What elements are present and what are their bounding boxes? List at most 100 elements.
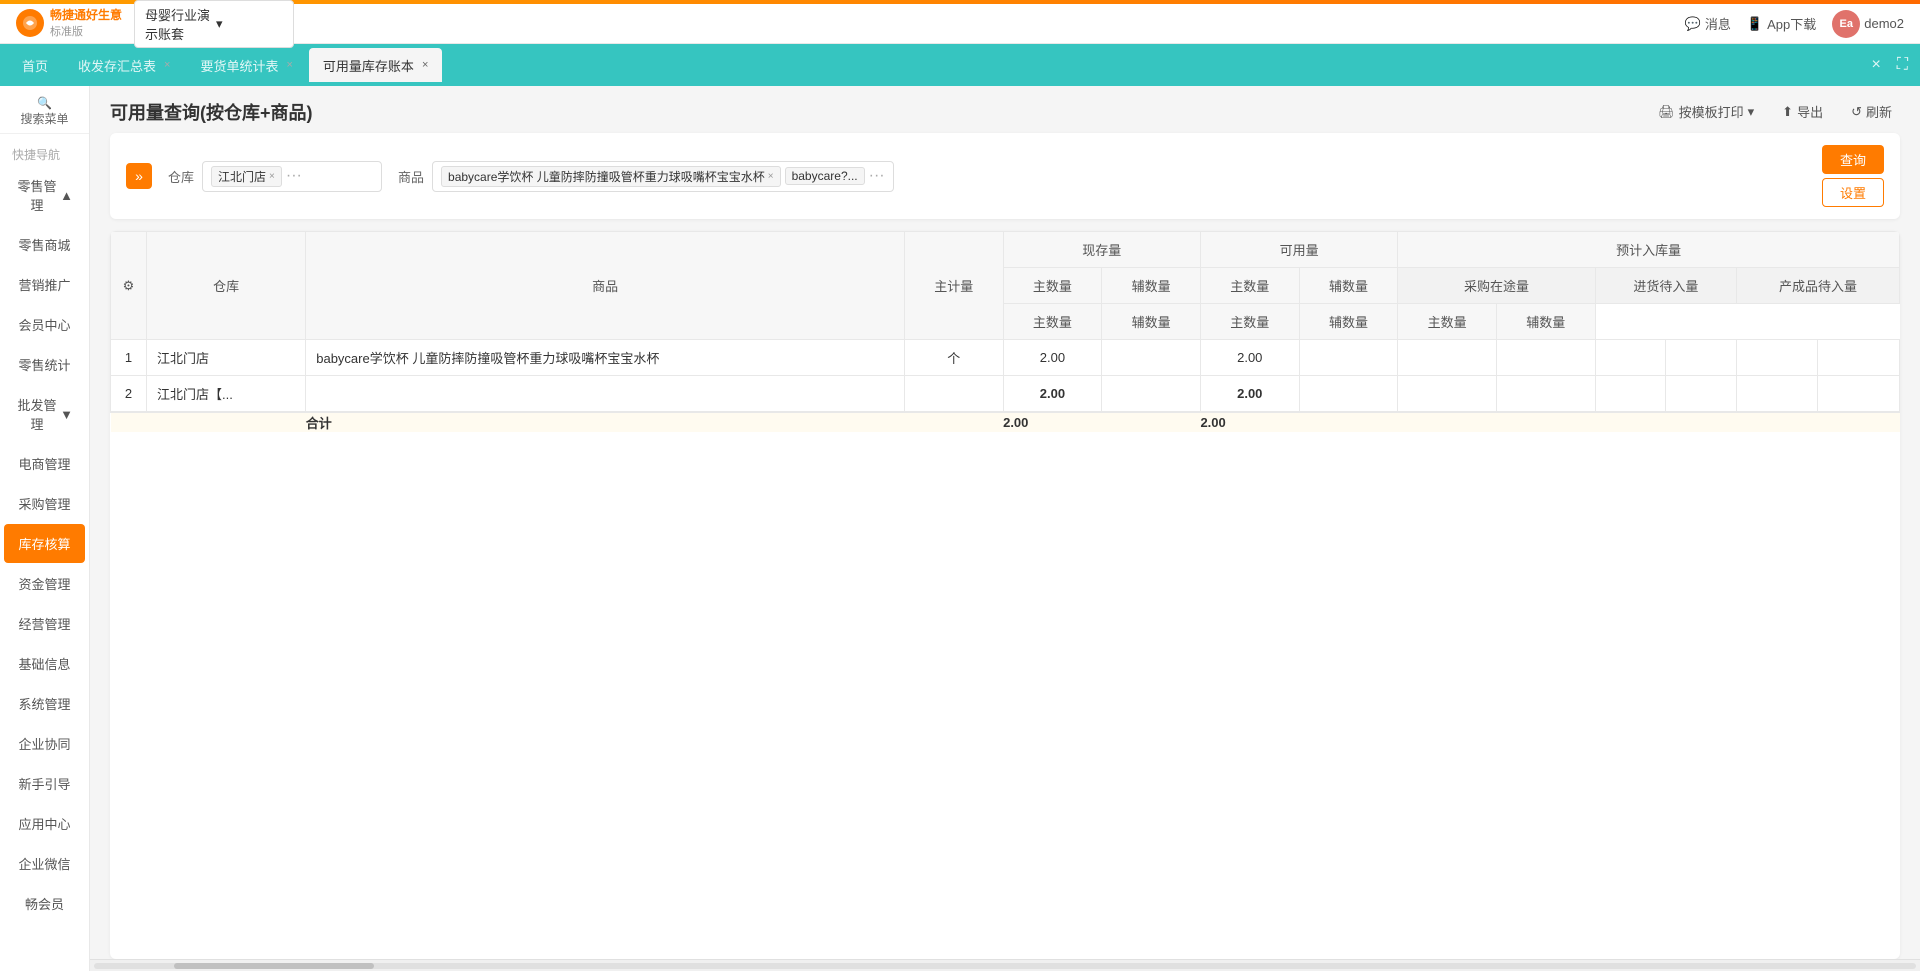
tab-summary[interactable]: 收发存汇总表 × bbox=[64, 48, 184, 82]
page-header-actions: 🖨 按模板打印 ▾ ⬆ 导出 ↺ 刷新 bbox=[1650, 98, 1900, 125]
sidebar-item-retail-stats[interactable]: 零售统计 bbox=[4, 345, 85, 384]
user-area[interactable]: Ea demo2 bbox=[1832, 10, 1904, 38]
th-goods-pending: 进货待入量 bbox=[1595, 268, 1736, 304]
tab-order-stats[interactable]: 要货单统计表 × bbox=[186, 48, 306, 82]
sidebar-item-wholesale-mgmt[interactable]: 批发管理 ▼ bbox=[4, 385, 85, 443]
product-tag-2-text: babycare?... bbox=[792, 169, 858, 183]
summary-prod-aux bbox=[1818, 412, 1900, 432]
sidebar-item-app-center[interactable]: 应用中心 bbox=[4, 804, 85, 843]
row2-product bbox=[306, 376, 905, 413]
row2-pur-main bbox=[1398, 376, 1497, 413]
tab-order-stats-close[interactable]: × bbox=[286, 59, 292, 71]
row1-prod-aux bbox=[1818, 340, 1900, 376]
row2-avail-aux bbox=[1299, 376, 1398, 413]
sidebar-item-enterprise-wechat[interactable]: 企业微信 bbox=[4, 844, 85, 883]
sidebar-item-system-label: 系统管理 bbox=[18, 694, 70, 713]
query-button[interactable]: 查询 bbox=[1822, 145, 1884, 174]
close-all-tabs-icon[interactable]: × bbox=[1867, 52, 1884, 78]
sidebar-item-chang-member[interactable]: 畅会员 bbox=[4, 884, 85, 923]
summary-exist-aux bbox=[1102, 412, 1201, 432]
tab-available-stock[interactable]: 可用量库存账本 × bbox=[309, 48, 442, 82]
template-print-label: 按模板打印 bbox=[1679, 102, 1744, 121]
sidebar-item-retail-mall[interactable]: 零售商城 bbox=[4, 225, 85, 264]
sidebar-item-wholesale-mgmt-label: 批发管理 bbox=[16, 395, 58, 433]
export-icon: ⬆ bbox=[1782, 104, 1793, 120]
row1-inbound-main bbox=[1595, 340, 1666, 376]
th-inbound-main: 主数量 bbox=[1200, 304, 1299, 340]
warehouse-tag-1-text: 江北门店 bbox=[218, 168, 266, 185]
app-download-action[interactable]: 📱 App下载 bbox=[1747, 14, 1816, 33]
row2-warehouse: 江北门店【... bbox=[147, 376, 306, 413]
sidebar-item-enterprise-collab[interactable]: 企业协同 bbox=[4, 724, 85, 763]
warehouse-more-dots[interactable]: ··· bbox=[286, 167, 302, 185]
org-dropdown[interactable]: 母婴行业演示账套 ▾ bbox=[134, 0, 294, 48]
logo-text-block: 畅捷通好生意 标准版 bbox=[50, 8, 122, 38]
th-purchase-intransit: 采购在途量 bbox=[1398, 268, 1595, 304]
row1-avail-main: 2.00 bbox=[1200, 340, 1299, 376]
tab-home[interactable]: 首页 bbox=[8, 48, 62, 82]
warehouse-label: 仓库 bbox=[168, 167, 194, 186]
sidebar-item-enterprise-collab-label: 企业协同 bbox=[18, 734, 70, 753]
tab-order-stats-label: 要货单统计表 bbox=[200, 56, 278, 75]
product-input[interactable]: babycare学饮杯 儿童防摔防撞吸管杯重力球吸嘴杯宝宝水杯 × babyca… bbox=[432, 161, 894, 192]
sidebar-item-member-center[interactable]: 会员中心 bbox=[4, 305, 85, 344]
row1-pur-main bbox=[1398, 340, 1497, 376]
scrollbar-thumb[interactable] bbox=[174, 963, 374, 969]
th-exist-main: 主数量 bbox=[1003, 268, 1102, 304]
export-btn[interactable]: ⬆ 导出 bbox=[1774, 98, 1831, 125]
row1-prod-main bbox=[1737, 340, 1818, 376]
sidebar-item-basic-info[interactable]: 基础信息 bbox=[4, 644, 85, 683]
sidebar-item-retail-stats-label: 零售统计 bbox=[18, 355, 70, 374]
table-container: ⚙ 仓库 商品 主计量 现存量 可用量 预计入库量 主数量 辅数量 主数量 辅数… bbox=[110, 231, 1900, 959]
tab-available-stock-close[interactable]: × bbox=[422, 59, 428, 71]
th-product: 商品 bbox=[306, 232, 905, 340]
expand-icon[interactable]: ⛶ bbox=[1893, 52, 1912, 78]
scrollbar-track bbox=[94, 963, 1916, 969]
template-print-btn[interactable]: 🖨 按模板打印 ▾ bbox=[1650, 98, 1762, 125]
product-tag-1: babycare学饮杯 儿童防摔防撞吸管杯重力球吸嘴杯宝宝水杯 × bbox=[441, 166, 781, 187]
sidebar-item-tutorial[interactable]: 新手引导 bbox=[4, 764, 85, 803]
sidebar-item-retail-mgmt[interactable]: 零售管理 ▲ bbox=[4, 166, 85, 224]
summary-avail-aux bbox=[1299, 412, 1398, 432]
sidebar-item-operations[interactable]: 经营管理 bbox=[4, 604, 85, 643]
warehouse-tag-1-remove[interactable]: × bbox=[269, 171, 275, 182]
app-download-label: App下载 bbox=[1767, 14, 1816, 33]
summary-prod-main bbox=[1737, 412, 1818, 432]
message-action[interactable]: 💬 消息 bbox=[1685, 14, 1731, 33]
warehouse-input[interactable]: 江北门店 × ··· bbox=[202, 161, 382, 192]
row1-exist-aux bbox=[1102, 340, 1201, 376]
summary-empty-2 bbox=[147, 412, 306, 432]
sidebar-item-ecommerce[interactable]: 电商管理 bbox=[4, 444, 85, 483]
row2-exist-aux bbox=[1102, 376, 1201, 413]
table-row: 1 江北门店 babycare学饮杯 儿童防摔防撞吸管杯重力球吸嘴杯宝宝水杯 个… bbox=[111, 340, 1900, 376]
horizontal-scrollbar[interactable] bbox=[90, 959, 1920, 971]
logo-text: 畅捷通好生意 bbox=[50, 8, 122, 22]
sidebar-item-purchase[interactable]: 采购管理 bbox=[4, 484, 85, 523]
sidebar-item-retail-arrow: ▲ bbox=[60, 188, 73, 203]
sidebar-search-label: 搜索菜单 bbox=[8, 110, 81, 127]
sidebar-item-inventory[interactable]: 库存核算 bbox=[4, 524, 85, 563]
th-planned-inbound: 预计入库量 bbox=[1398, 232, 1900, 268]
tab-summary-close[interactable]: × bbox=[164, 59, 170, 71]
th-inbound-aux: 辅数量 bbox=[1299, 304, 1398, 340]
row2-index: 2 bbox=[111, 376, 147, 413]
sidebar-item-marketing[interactable]: 营销推广 bbox=[4, 265, 85, 304]
tab-summary-label: 收发存汇总表 bbox=[78, 56, 156, 75]
sidebar-search[interactable]: 🔍 搜索菜单 bbox=[0, 86, 89, 134]
sidebar-item-finance[interactable]: 资金管理 bbox=[4, 564, 85, 603]
sidebar-item-finance-label: 资金管理 bbox=[18, 574, 70, 593]
th-avail-main: 主数量 bbox=[1200, 268, 1299, 304]
filter-actions: 查询 设置 bbox=[1822, 145, 1884, 207]
org-dropdown-value: 母婴行业演示账套 bbox=[145, 5, 212, 43]
product-tag-1-remove[interactable]: × bbox=[768, 171, 774, 182]
main-layout: 🔍 搜索菜单 快捷导航 零售管理 ▲ 零售商城 营销推广 会员中心 零售统计 批… bbox=[0, 86, 1920, 971]
product-more-dots[interactable]: ··· bbox=[869, 167, 885, 185]
row2-inbound-aux bbox=[1666, 376, 1737, 413]
settings-button[interactable]: 设置 bbox=[1822, 178, 1884, 207]
sidebar-item-system[interactable]: 系统管理 bbox=[4, 684, 85, 723]
nav-tabs-bar: 首页 收发存汇总表 × 要货单统计表 × 可用量库存账本 × × ⛶ bbox=[0, 44, 1920, 86]
refresh-btn[interactable]: ↺ 刷新 bbox=[1843, 98, 1900, 125]
sidebar-item-purchase-label: 采购管理 bbox=[18, 494, 70, 513]
filter-expand-btn[interactable]: » bbox=[126, 163, 152, 189]
sidebar-item-marketing-label: 营销推广 bbox=[18, 275, 70, 294]
